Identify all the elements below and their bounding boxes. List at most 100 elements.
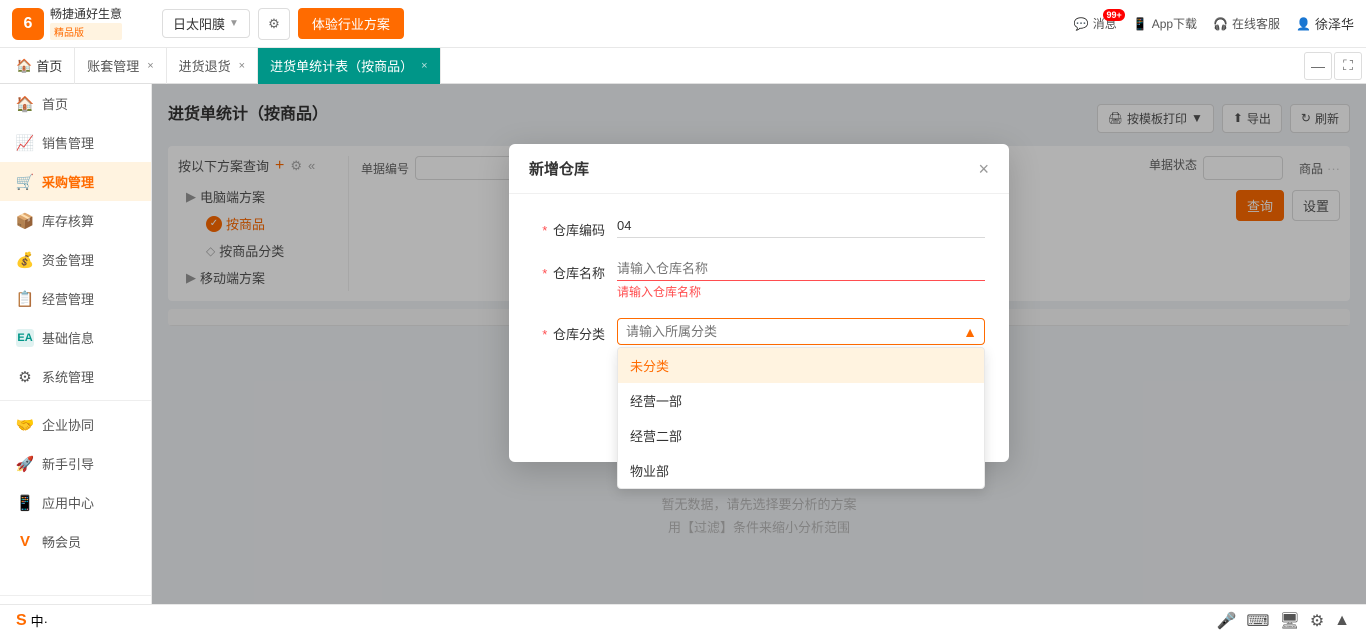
required-star-code: * bbox=[542, 223, 547, 238]
app-badge: 精品版 bbox=[50, 23, 122, 40]
app-download-label: App下载 bbox=[1152, 15, 1197, 32]
sidebar-inventory-label: 库存核算 bbox=[42, 211, 94, 230]
message-btn[interactable]: 💬 消息 99+ bbox=[1074, 15, 1117, 32]
tab-purchase-stat-close[interactable]: × bbox=[421, 60, 427, 72]
dialog-title: 新增仓库 bbox=[529, 158, 589, 179]
apps-icon: 📱 bbox=[16, 494, 34, 512]
app-download-icon: 📱 bbox=[1133, 17, 1148, 31]
online-service-label: 在线客服 bbox=[1232, 15, 1280, 32]
form-row-name: * 仓库名称 请输入仓库名称 bbox=[533, 257, 985, 300]
form-row-classify: * 仓库分类 ▲ 未分类 经营一部 经营二部 物业部 bbox=[533, 318, 985, 345]
sidebar-sales-label: 销售管理 bbox=[42, 133, 94, 152]
tab-fullscreen-btn[interactable]: ⛶ bbox=[1334, 52, 1362, 80]
tab-purchase-stat[interactable]: 进货单统计表（按商品） × bbox=[258, 48, 440, 84]
sidebar-item-apps[interactable]: 📱 应用中心 bbox=[0, 483, 151, 522]
sidebar-item-operations[interactable]: 📋 经营管理 bbox=[0, 279, 151, 318]
tab-home-label: 首页 bbox=[36, 56, 62, 75]
dropdown-item-0[interactable]: 未分类 bbox=[618, 348, 984, 383]
top-header: 6 畅捷通好生意 精品版 日太阳膜 ▼ ⚙ 体验行业方案 💬 消息 99+ 📱 … bbox=[0, 0, 1366, 48]
vip-icon: V bbox=[16, 533, 34, 551]
mic-icon[interactable]: 🎤 bbox=[1216, 611, 1236, 631]
settings-icon-btn[interactable]: ⚙ bbox=[258, 8, 290, 40]
notification-badge: 99+ bbox=[1103, 9, 1124, 21]
logo-area: 6 畅捷通好生意 精品版 bbox=[12, 7, 162, 40]
tab-home-icon: 🏠 bbox=[16, 58, 32, 74]
gear-icon: ⚙ bbox=[268, 16, 280, 32]
sidebar-item-system[interactable]: ⚙ 系统管理 bbox=[0, 357, 151, 396]
operations-icon: 📋 bbox=[16, 290, 34, 308]
tab-purchase-return-close[interactable]: × bbox=[239, 60, 245, 72]
purchase-icon: 🛒 bbox=[16, 173, 34, 191]
sidebar-item-sales[interactable]: 📈 销售管理 bbox=[0, 123, 151, 162]
expand-icon[interactable]: ▲ bbox=[1334, 612, 1350, 630]
form-row-code: * 仓库编码 bbox=[533, 214, 985, 239]
tab-minimize-btn[interactable]: — bbox=[1304, 52, 1332, 80]
tab-accounts[interactable]: 账套管理 × bbox=[75, 48, 166, 84]
finance-icon: 💰 bbox=[16, 251, 34, 269]
status-text: 中· bbox=[31, 611, 48, 630]
tab-purchase-return-label: 进货退货 bbox=[179, 56, 231, 75]
dropdown-item-2[interactable]: 经营二部 bbox=[618, 418, 984, 453]
tab-accounts-label: 账套管理 bbox=[87, 56, 139, 75]
user-profile-btn[interactable]: 👤 徐泽华 bbox=[1296, 14, 1354, 33]
new-warehouse-dialog: 新增仓库 × * 仓库编码 * bbox=[509, 144, 1009, 462]
tab-accounts-close[interactable]: × bbox=[147, 60, 153, 72]
tab-bar: 🏠 首页 账套管理 × 进货退货 × 进货单统计表（按商品） × — ⛶ bbox=[0, 48, 1366, 84]
dialog-body: * 仓库编码 * 仓库名称 请输入仓库名称 bbox=[509, 194, 1009, 401]
sidebar-finance-label: 资金管理 bbox=[42, 250, 94, 269]
inventory-icon: 📦 bbox=[16, 212, 34, 230]
sidebar-item-inventory[interactable]: 📦 库存核算 bbox=[0, 201, 151, 240]
store-selector[interactable]: 日太阳膜 ▼ bbox=[162, 9, 250, 38]
app-name: 畅捷通好生意 bbox=[50, 7, 122, 23]
sidebar-item-newbie[interactable]: 🚀 新手引导 bbox=[0, 444, 151, 483]
classify-arrow-icon[interactable]: ▲ bbox=[963, 324, 977, 340]
sidebar-item-purchase[interactable]: 🛒 采购管理 bbox=[0, 162, 151, 201]
system-tray-icon[interactable]: ⚙ bbox=[1310, 611, 1324, 631]
classify-input[interactable] bbox=[617, 318, 985, 345]
warehouse-classify-label: * 仓库分类 bbox=[533, 318, 605, 343]
tab-purchase-stat-label: 进货单统计表（按商品） bbox=[270, 56, 413, 75]
sidebar-apps-label: 应用中心 bbox=[42, 493, 94, 512]
sidebar-item-vip[interactable]: V 畅会员 bbox=[0, 522, 151, 561]
sidebar-item-home[interactable]: 🏠 首页 bbox=[0, 84, 151, 123]
app-download-btn[interactable]: 📱 App下载 bbox=[1133, 15, 1197, 32]
basic-info-icon: EA bbox=[16, 329, 34, 347]
monitor-icon[interactable]: 🖥 bbox=[1280, 611, 1300, 631]
dialog-header: 新增仓库 × bbox=[509, 144, 1009, 194]
sales-icon: 📈 bbox=[16, 134, 34, 152]
required-star-classify: * bbox=[542, 327, 547, 342]
dialog-close-btn[interactable]: × bbox=[978, 160, 989, 178]
status-logo: S 中· bbox=[16, 611, 48, 630]
tab-purchase-return[interactable]: 进货退货 × bbox=[167, 48, 258, 84]
content-area: 进货单统计（按商品） 🖨 按模板打印 ▼ ⬆ 导出 ↻ 刷新 bbox=[152, 84, 1366, 636]
header-right: 💬 消息 99+ 📱 App下载 🎧 在线客服 👤 徐泽华 bbox=[1074, 14, 1354, 33]
online-service-btn[interactable]: 🎧 在线客服 bbox=[1213, 15, 1280, 32]
classify-input-wrap: ▲ 未分类 经营一部 经营二部 物业部 bbox=[617, 318, 985, 345]
store-selector-arrow: ▼ bbox=[229, 18, 239, 29]
warehouse-name-error-msg: 请输入仓库名称 bbox=[617, 283, 985, 300]
sidebar-item-basic-info[interactable]: EA 基础信息 bbox=[0, 318, 151, 357]
headphone-icon: 🎧 bbox=[1213, 17, 1228, 31]
warehouse-name-label: * 仓库名称 bbox=[533, 257, 605, 282]
home-icon: 🏠 bbox=[16, 95, 34, 113]
sidebar-basic-info-label: 基础信息 bbox=[42, 328, 94, 347]
warehouse-name-input[interactable] bbox=[617, 257, 985, 281]
avatar-icon: 👤 bbox=[1296, 17, 1311, 31]
sidebar-operations-label: 经营管理 bbox=[42, 289, 94, 308]
status-icons: 🎤 ⌨ 🖥 ⚙ ▲ bbox=[1216, 611, 1350, 631]
sidebar-item-collab[interactable]: 🤝 企业协同 bbox=[0, 405, 151, 444]
dropdown-item-3[interactable]: 物业部 bbox=[618, 453, 984, 488]
trial-button[interactable]: 体验行业方案 bbox=[298, 8, 404, 39]
sidebar-item-finance[interactable]: 💰 资金管理 bbox=[0, 240, 151, 279]
required-star-name: * bbox=[542, 266, 547, 281]
sidebar-vip-label: 畅会员 bbox=[42, 532, 81, 551]
tab-home[interactable]: 🏠 首页 bbox=[4, 48, 75, 84]
status-bar: S 中· 🎤 ⌨ 🖥 ⚙ ▲ bbox=[0, 604, 1366, 636]
warehouse-code-label: * 仓库编码 bbox=[533, 214, 605, 239]
warehouse-code-input[interactable] bbox=[617, 214, 985, 238]
keyboard-icon[interactable]: ⌨ bbox=[1246, 611, 1269, 631]
sidebar-system-label: 系统管理 bbox=[42, 367, 94, 386]
modal-overlay[interactable]: 新增仓库 × * 仓库编码 * bbox=[152, 84, 1366, 636]
sidebar-newbie-label: 新手引导 bbox=[42, 454, 94, 473]
dropdown-item-1[interactable]: 经营一部 bbox=[618, 383, 984, 418]
